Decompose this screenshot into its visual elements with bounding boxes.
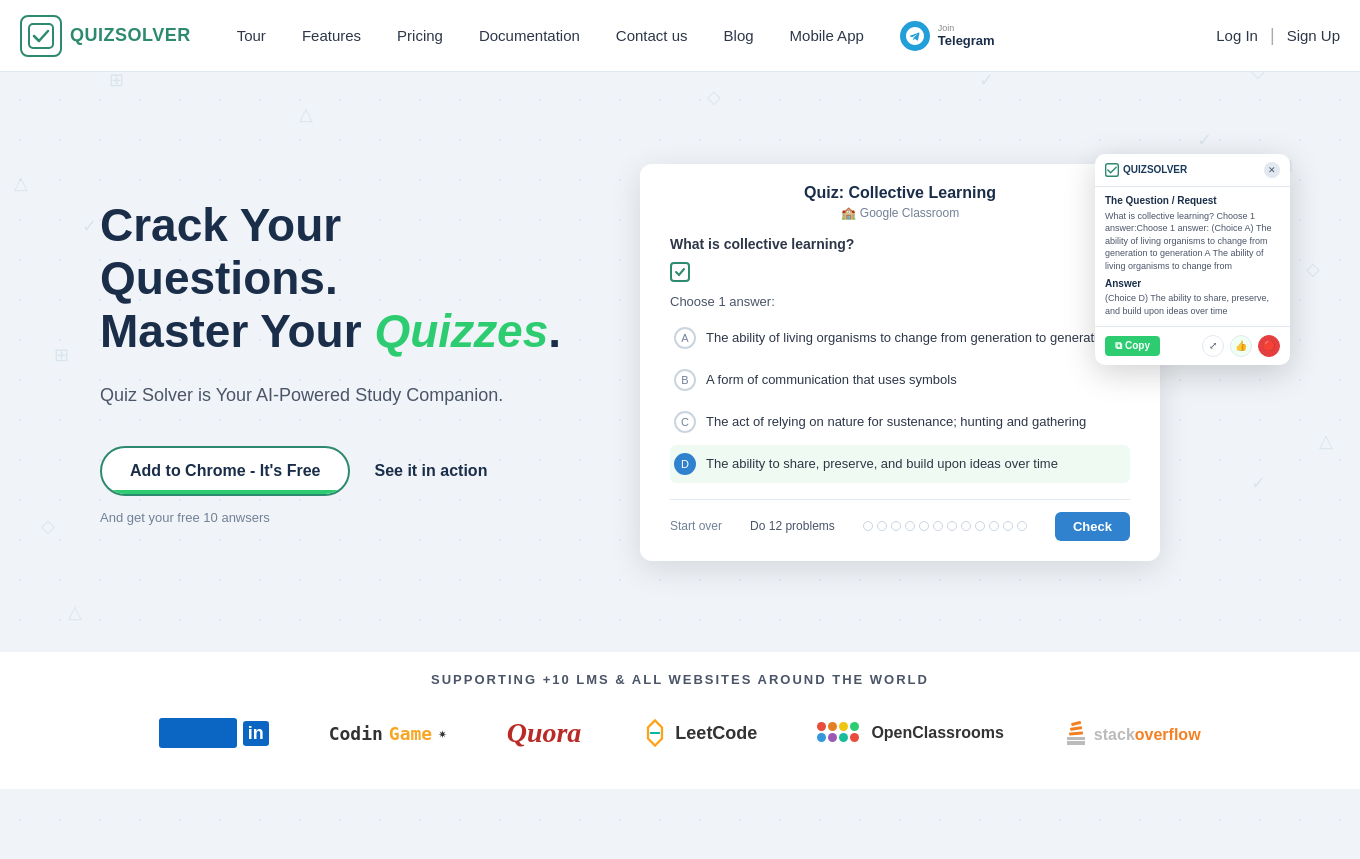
solver-question-text: What is collective learning? Choose 1 an…	[1105, 210, 1280, 273]
nav-link-contact[interactable]: Contact us	[600, 19, 704, 52]
quiz-choose-label: Choose 1 answer:	[670, 294, 1130, 309]
quiz-option-circle-d: D	[674, 453, 696, 475]
solver-expand-button[interactable]: ⤢	[1202, 335, 1224, 357]
nav-link-features[interactable]: Features	[286, 19, 377, 52]
svg-rect-4	[1067, 742, 1069, 745]
quiz-option-text-d: The ability to share, preserve, and buil…	[706, 456, 1058, 471]
supporting-section: SUPPORTING +10 LMS & ALL WEBSITES AROUND…	[0, 652, 1360, 789]
solver-copy-button[interactable]: ⧉ Copy	[1105, 336, 1160, 356]
supporting-title: SUPPORTING +10 LMS & ALL WEBSITES AROUND…	[40, 672, 1320, 687]
quiz-option-text-a: The ability of living organisms to chang…	[706, 330, 1111, 345]
svg-rect-8	[1071, 721, 1081, 726]
logo-icon	[20, 15, 62, 57]
solver-panel: QUIZSOLVER ✕ The Question / Request What…	[1095, 154, 1290, 365]
quiz-start-over[interactable]: Start over	[670, 519, 722, 533]
nav-auth: Log In | Sign Up	[1216, 25, 1340, 46]
quiz-dot-10	[989, 521, 999, 531]
quiz-option-a[interactable]: A The ability of living organisms to cha…	[670, 319, 1130, 357]
solver-panel-header: QUIZSOLVER ✕	[1095, 154, 1290, 187]
free-text: And get your free 10 anwsers	[100, 510, 580, 525]
quiz-dot-9	[975, 521, 985, 531]
telegram-icon	[900, 21, 930, 51]
quiz-dot-2	[877, 521, 887, 531]
nav-link-tour[interactable]: Tour	[221, 19, 282, 52]
hero-title: Crack Your Questions. Master Your Quizze…	[100, 199, 580, 358]
login-link[interactable]: Log In	[1216, 27, 1258, 44]
quiz-dot-4	[905, 521, 915, 531]
hero-buttons: Add to Chrome - It's Free See it in acti…	[100, 446, 580, 496]
quiz-option-text-c: The act of relying on nature for sustena…	[706, 414, 1086, 429]
quiz-checkbox[interactable]	[670, 262, 690, 282]
solver-answer-text: (Choice D) The ability to share, preserv…	[1105, 292, 1280, 317]
logos-row: Linkedin CodinGame✷ Quora LeetCode	[40, 717, 1320, 749]
copy-icon: ⧉	[1115, 340, 1122, 352]
hero-section: Crack Your Questions. Master Your Quizze…	[0, 72, 1360, 652]
solver-close-button[interactable]: ✕	[1264, 162, 1280, 178]
nav-link-pricing[interactable]: Pricing	[381, 19, 459, 52]
hero-visual: Quiz: Collective Learning 🏫 Google Class…	[640, 164, 1260, 561]
quiz-dot-1	[863, 521, 873, 531]
solver-dislike-button[interactable]: 🔴	[1258, 335, 1280, 357]
navbar: QUIZSOLVER Tour Features Pricing Documen…	[0, 0, 1360, 72]
logo-openclassrooms: OpenClassrooms	[817, 722, 1003, 744]
svg-rect-3	[1067, 741, 1085, 745]
svg-rect-6	[1069, 732, 1083, 736]
quiz-card: Quiz: Collective Learning 🏫 Google Class…	[640, 164, 1160, 561]
logo-linkedin: Linkedin	[159, 718, 268, 748]
quiz-question: What is collective learning?	[670, 236, 1130, 252]
quiz-option-b[interactable]: B A form of communication that uses symb…	[670, 361, 1130, 399]
signup-link[interactable]: Sign Up	[1287, 27, 1340, 44]
quiz-dot-11	[1003, 521, 1013, 531]
svg-rect-7	[1070, 726, 1082, 731]
quiz-option-circle-c: C	[674, 411, 696, 433]
solver-panel-footer: ⧉ Copy ⤢ 👍 🔴	[1095, 326, 1290, 365]
nav-links: Tour Features Pricing Documentation Cont…	[221, 13, 1217, 59]
nav-link-mobile[interactable]: Mobile App	[774, 19, 880, 52]
add-to-chrome-button[interactable]: Add to Chrome - It's Free	[100, 446, 350, 496]
logo-leetcode: LeetCode	[641, 719, 757, 747]
quiz-option-circle-a: A	[674, 327, 696, 349]
nav-logo[interactable]: QUIZSOLVER	[20, 15, 191, 57]
nav-link-documentation[interactable]: Documentation	[463, 19, 596, 52]
quiz-check-button[interactable]: Check	[1055, 512, 1130, 541]
solver-actions: ⤢ 👍 🔴	[1202, 335, 1280, 357]
quiz-dot-8	[961, 521, 971, 531]
hero-content: Crack Your Questions. Master Your Quizze…	[100, 199, 580, 525]
quiz-dot-7	[947, 521, 957, 531]
see-in-action-button[interactable]: See it in action	[374, 462, 487, 480]
quiz-card-title: Quiz: Collective Learning	[670, 184, 1130, 202]
logo-stackoverflow: stackoverflow	[1064, 719, 1201, 747]
solver-like-button[interactable]: 👍	[1230, 335, 1252, 357]
logo-text: QUIZSOLVER	[70, 25, 191, 46]
logo-quora: Quora	[507, 717, 582, 749]
quiz-do-label: Do 12 problems	[750, 519, 835, 533]
solver-question-section-title: The Question / Request	[1105, 195, 1280, 206]
quiz-footer: Start over Do 12 problems Check	[670, 499, 1130, 541]
solver-answer-section-title: Answer	[1105, 278, 1280, 289]
quiz-dot-6	[933, 521, 943, 531]
nav-link-blog[interactable]: Blog	[708, 19, 770, 52]
quiz-checkbox-row	[670, 262, 1130, 282]
telegram-button[interactable]: Join Telegram	[884, 13, 1011, 59]
quiz-dot-12	[1017, 521, 1027, 531]
solver-panel-body: The Question / Request What is collectiv…	[1095, 187, 1290, 326]
quiz-dot-3	[891, 521, 901, 531]
hero-subtitle: Quiz Solver is Your AI-Powered Study Com…	[100, 381, 580, 410]
quiz-dot-5	[919, 521, 929, 531]
svg-rect-5	[1083, 742, 1085, 745]
quiz-option-text-b: A form of communication that uses symbol…	[706, 372, 957, 387]
quiz-option-c[interactable]: C The act of relying on nature for suste…	[670, 403, 1130, 441]
quiz-option-circle-b: B	[674, 369, 696, 391]
quiz-card-subtitle: 🏫 Google Classroom	[670, 206, 1130, 220]
svg-rect-2	[1067, 737, 1085, 740]
quiz-dots	[863, 521, 1027, 531]
logo-codingame: CodinGame✷	[329, 723, 447, 744]
solver-logo: QUIZSOLVER	[1105, 163, 1187, 177]
quiz-option-d[interactable]: D The ability to share, preserve, and bu…	[670, 445, 1130, 483]
svg-rect-0	[29, 24, 53, 48]
